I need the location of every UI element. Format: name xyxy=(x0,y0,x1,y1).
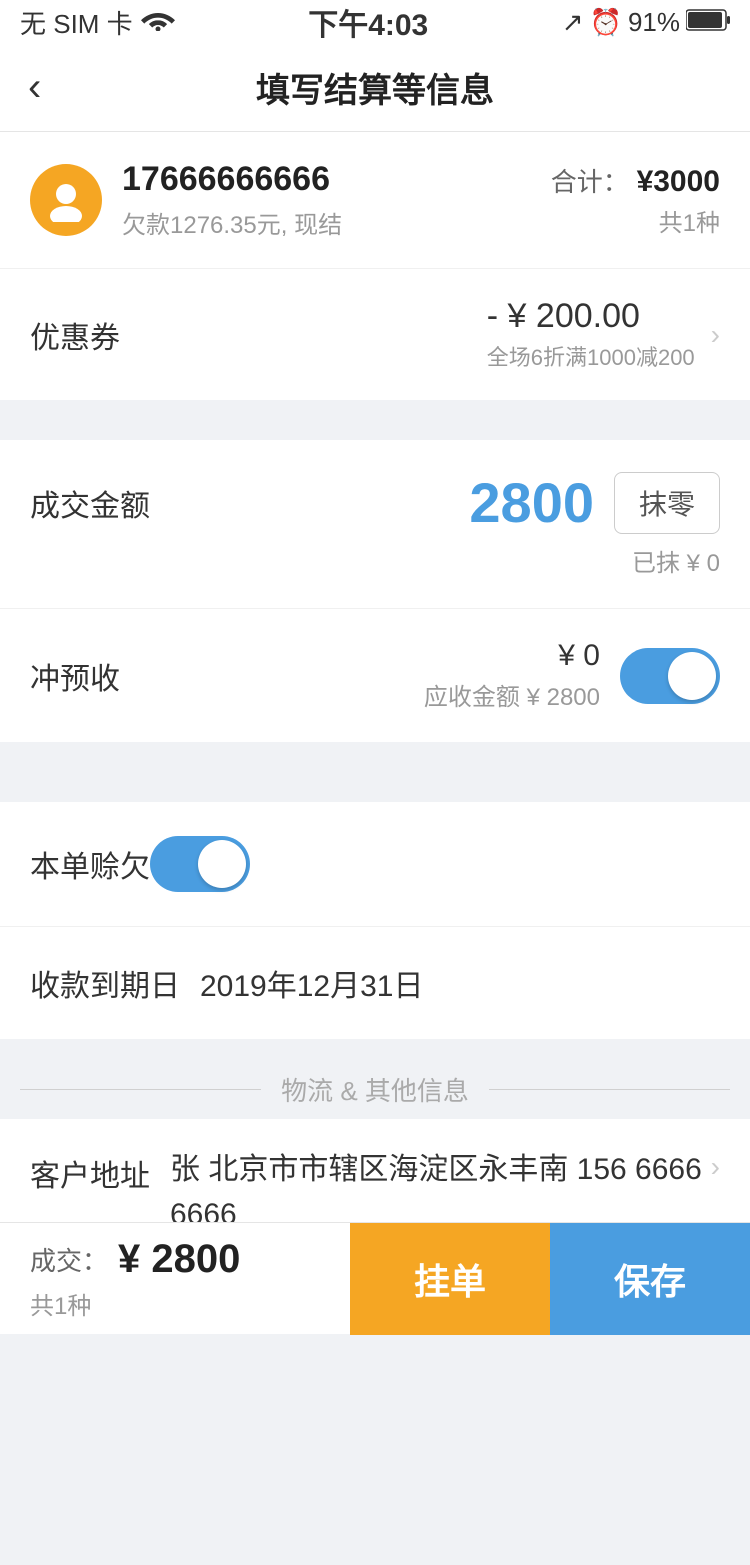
customer-right: 合计： ¥3000 共1种 xyxy=(551,162,720,238)
amount-section: 成交金额 2800 抹零 已抹 ¥ 0 xyxy=(0,440,750,608)
status-time: 下午4:03 xyxy=(308,0,428,44)
address-chevron-icon: › xyxy=(711,1147,720,1183)
bottom-bar: 成交： ¥ 2800 共1种 挂单 保存 xyxy=(0,1222,750,1334)
duedate-section: 收款到期日 2019年12月31日 xyxy=(0,926,750,1039)
precollect-section: 冲预收 ¥ 0 应收金额 ¥ 2800 xyxy=(0,608,750,742)
address-label: 客户地址 xyxy=(30,1147,150,1195)
bottom-summary-amount: ¥ 2800 xyxy=(118,1237,240,1282)
nav-bar: ‹ 填写结算等信息 xyxy=(0,44,750,132)
customer-sub-text: 欠款1276.35元, 现结 xyxy=(122,205,342,240)
bottom-summary-count: 共1种 xyxy=(30,1286,320,1321)
user-icon xyxy=(44,178,88,222)
status-bar: 无 SIM 卡 下午4:03 ↗ ⏰ 91% xyxy=(0,0,750,44)
page-title: 填写结算等信息 xyxy=(256,63,494,112)
content: 17666666666 欠款1276.35元, 现结 合计： ¥3000 共1种… xyxy=(0,132,750,1565)
alarm-icon: ⏰ xyxy=(590,7,622,38)
deal-amount-section: 成交金额 2800 抹零 已抹 ¥ 0 冲预收 ¥ 0 应收金额 ¥ 2800 xyxy=(0,440,750,742)
logistics-line-right xyxy=(489,1089,730,1090)
hold-button-label: 挂单 xyxy=(414,1253,486,1305)
status-left: 无 SIM 卡 xyxy=(20,4,175,41)
amount-value: 2800 xyxy=(469,470,594,535)
total-label: 合计： xyxy=(551,167,629,197)
hold-button[interactable]: 挂单 xyxy=(350,1223,550,1335)
wifi-icon xyxy=(141,7,175,38)
bottom-summary-label: 成交： xyxy=(30,1241,108,1278)
avatar xyxy=(30,164,102,236)
precollect-amount: ¥ 0 xyxy=(424,639,600,673)
precollect-toggle[interactable] xyxy=(620,648,720,704)
battery-icon xyxy=(686,7,730,38)
location-icon: ↗ xyxy=(562,7,584,38)
save-button-label: 保存 xyxy=(614,1253,686,1305)
duedate-label: 收款到期日 xyxy=(30,961,180,1005)
chevron-right-icon: › xyxy=(711,319,720,351)
logistics-line-left xyxy=(20,1089,261,1090)
customer-row: 17666666666 欠款1276.35元, 现结 合计： ¥3000 共1种 xyxy=(0,132,750,269)
precollect-sub: 应收金额 ¥ 2800 xyxy=(424,677,600,712)
logistics-separator: 物流 & 其他信息 xyxy=(0,1059,750,1119)
debt-row: 本单赊欠 xyxy=(0,802,750,926)
coupon-right: - ¥ 200.00 全场6折满1000减200 › xyxy=(487,297,720,372)
amount-row: 成交金额 2800 抹零 xyxy=(30,470,720,535)
debt-toggle[interactable] xyxy=(150,836,250,892)
precollect-label: 冲预收 xyxy=(30,654,120,698)
precollect-row: 冲预收 ¥ 0 应收金额 ¥ 2800 xyxy=(30,639,720,712)
logistics-label: 物流 & 其他信息 xyxy=(281,1071,469,1108)
sim-text: 无 SIM 卡 xyxy=(20,4,133,41)
coupon-label: 优惠券 xyxy=(30,313,120,357)
customer-left: 17666666666 欠款1276.35元, 现结 xyxy=(30,160,342,240)
customer-phone: 17666666666 xyxy=(122,160,342,199)
separator-2 xyxy=(0,762,750,782)
customer-info: 17666666666 欠款1276.35元, 现结 xyxy=(122,160,342,240)
battery-text: 91% xyxy=(628,7,680,38)
back-icon: ‹ xyxy=(28,65,41,109)
coupon-desc: 全场6折满1000减200 xyxy=(487,340,695,372)
duedate-value: 2019年12月31日 xyxy=(200,961,423,1005)
coupon-row[interactable]: 优惠券 - ¥ 200.00 全场6折满1000减200 › xyxy=(0,269,750,400)
bottom-summary: 成交： ¥ 2800 共1种 xyxy=(0,1237,350,1321)
amount-label: 成交金额 xyxy=(30,481,150,525)
round-button[interactable]: 抹零 xyxy=(614,472,720,534)
save-button[interactable]: 保存 xyxy=(550,1223,750,1335)
debt-label: 本单赊欠 xyxy=(30,842,150,886)
toggle-knob xyxy=(668,652,716,700)
status-right: ↗ ⏰ 91% xyxy=(562,7,730,38)
bottom-summary-top: 成交： ¥ 2800 xyxy=(30,1237,320,1282)
coupon-discount: - ¥ 200.00 xyxy=(487,297,695,336)
customer-section: 17666666666 欠款1276.35元, 现结 合计： ¥3000 共1种… xyxy=(0,132,750,400)
separator-1 xyxy=(0,420,750,440)
amount-right: 2800 抹零 xyxy=(469,470,720,535)
amount-sub: 已抹 ¥ 0 xyxy=(30,543,720,578)
precollect-value-block: ¥ 0 应收金额 ¥ 2800 xyxy=(424,639,600,712)
debt-section: 本单赊欠 收款到期日 2019年12月31日 xyxy=(0,802,750,1039)
precollect-right: ¥ 0 应收金额 ¥ 2800 xyxy=(424,639,720,712)
total-amount: ¥3000 xyxy=(637,165,720,198)
back-button[interactable]: ‹ xyxy=(28,65,41,110)
debt-toggle-knob xyxy=(198,840,246,888)
total-count: 共1种 xyxy=(551,203,720,238)
duedate-row: 收款到期日 2019年12月31日 xyxy=(30,961,720,1005)
